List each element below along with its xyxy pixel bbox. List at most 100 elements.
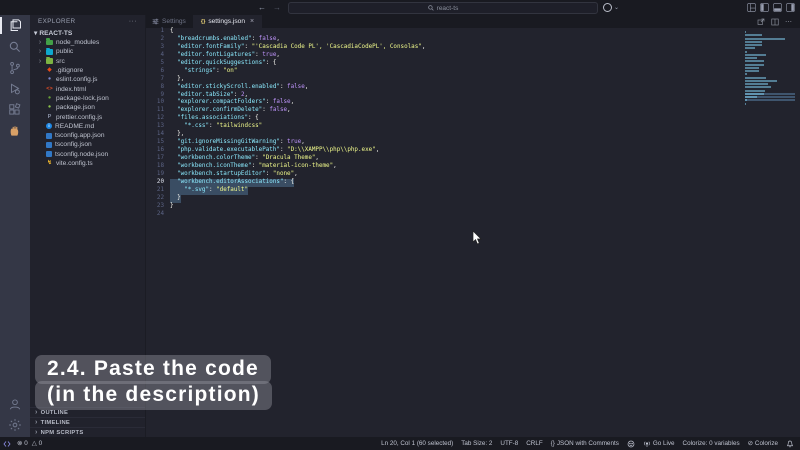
sidebar-section-timeline[interactable]: › TIMELINE: [30, 417, 145, 427]
line-number: 4: [160, 51, 164, 58]
code-line[interactable]: 3 "editor.fontFamily": "'Cascadia Code P…: [145, 44, 425, 52]
file-label: README.md: [55, 122, 95, 130]
tree-item-package-lock.json[interactable]: ● package-lock.json: [30, 94, 145, 103]
settings-gear-icon[interactable]: [0, 414, 30, 435]
minimap-line: [745, 37, 795, 40]
remote-indicator-icon[interactable]: [3, 440, 11, 448]
caption-line-2: (in the description): [35, 381, 272, 410]
code-line[interactable]: 2 "breadcrumbs.enabled": false,: [145, 36, 425, 44]
problems-indicator[interactable]: ⊗ 0 △ 0: [17, 440, 42, 447]
tree-item-eslint.config.js[interactable]: ● eslint.config.js: [30, 75, 145, 84]
eol-indicator[interactable]: CRLF: [526, 440, 542, 447]
encoding-indicator[interactable]: UTF-8: [500, 440, 518, 447]
tsconfig-icon: [46, 141, 52, 148]
language-mode[interactable]: {} JSON with Comments: [551, 440, 619, 447]
code-line[interactable]: 13 "*.css": "tailwindcss": [145, 123, 425, 131]
project-root-row[interactable]: ▾ REACT-TS: [30, 28, 145, 38]
code-line[interactable]: 22 }: [145, 194, 425, 203]
tree-item-tsconfig.node.json[interactable]: tsconfig.node.json: [30, 150, 145, 159]
toggle-secondary-sidebar-icon[interactable]: [786, 3, 795, 12]
toggle-panel-icon[interactable]: [773, 3, 782, 12]
tree-item-public[interactable]: › public: [30, 47, 145, 56]
cursor-position[interactable]: Ln 20, Col 1 (60 selected): [381, 440, 453, 447]
tree-item-node_modules[interactable]: › node_modules: [30, 38, 145, 47]
code-line[interactable]: 11 "explorer.confirmDelete": false,: [145, 107, 425, 115]
code-text: "git.ignoreMissingGitWarning": true,: [177, 139, 305, 146]
line-number: 18: [156, 162, 164, 169]
code-line[interactable]: 4 "editor.fontLigatures": true,: [145, 52, 425, 60]
tree-item-prettier.config.js[interactable]: Pprettier.config.js: [30, 112, 145, 121]
minimap[interactable]: [745, 31, 795, 109]
code-text: "workbench.startupEditor": "none",: [177, 170, 298, 177]
file-label: node_modules: [56, 39, 100, 47]
go-live-button[interactable]: Go Live: [643, 440, 675, 448]
code-line[interactable]: 18 "workbench.iconTheme": "material-icon…: [145, 163, 425, 171]
source-control-icon[interactable]: [0, 57, 30, 78]
command-center-search[interactable]: react-ts: [288, 2, 598, 14]
accounts-icon[interactable]: [0, 393, 30, 414]
line-number: 21: [156, 186, 164, 193]
project-name: REACT-TS: [39, 29, 73, 37]
tree-item-vite.config.ts[interactable]: ↯ vite.config.ts: [30, 159, 145, 168]
tree-item-package.json[interactable]: ● package.json: [30, 103, 145, 112]
code-line[interactable]: 12 "files.associations": {: [145, 115, 425, 123]
code-line[interactable]: 8 "editor.stickyScroll.enabled": false,: [145, 84, 425, 92]
code-line[interactable]: 5 "editor.quickSuggestions": {: [145, 60, 425, 68]
copilot-status-icon[interactable]: [627, 440, 635, 448]
code-text: "explorer.confirmDelete": false,: [177, 107, 291, 114]
chevron-down-icon: ⌄: [614, 5, 620, 11]
code-line[interactable]: 20 "workbench.editorAssociations": {: [145, 178, 425, 187]
code-text: "breadcrumbs.enabled": false,: [177, 35, 280, 42]
code-line[interactable]: 16 "php.validate.executablePath": "D:\\X…: [145, 147, 425, 155]
code-text: "editor.tabSize": 2,: [177, 91, 249, 98]
code-line[interactable]: 17 "workbench.colorTheme": "Dracula Them…: [145, 155, 425, 163]
colorize-variables[interactable]: Colorize: 0 variables: [683, 440, 740, 447]
tab-settings[interactable]: Settings: [145, 15, 194, 28]
line-number: 22: [156, 194, 164, 201]
code-area[interactable]: 1{2 "breadcrumbs.enabled": false, 3 "edit…: [145, 28, 425, 219]
code-text: }: [170, 202, 174, 209]
toggle-primary-sidebar-icon[interactable]: [760, 3, 769, 12]
extensions-icon[interactable]: [0, 99, 30, 120]
close-tab-icon[interactable]: ×: [250, 18, 254, 25]
notifications-bell-icon[interactable]: [786, 440, 794, 448]
tree-item-README.md[interactable]: i README.md: [30, 122, 145, 131]
code-line[interactable]: 14 },: [145, 131, 425, 139]
split-editor-icon[interactable]: [771, 18, 779, 26]
sidebar-section-npm-scripts[interactable]: › NPM SCRIPTS: [30, 427, 145, 437]
explorer-more-actions-icon[interactable]: ···: [129, 18, 137, 25]
open-settings-ui-icon[interactable]: [757, 18, 765, 26]
search-value: react-ts: [436, 4, 459, 12]
tree-item-.gitignore[interactable]: ◆ .gitignore: [30, 66, 145, 75]
tab-label: settings.json: [208, 18, 245, 25]
tree-item-tsconfig.json[interactable]: tsconfig.json: [30, 140, 145, 149]
nav-forward-icon[interactable]: →: [273, 3, 281, 12]
live-server-extension-icon[interactable]: [0, 120, 30, 141]
search-sidebar-icon[interactable]: [0, 36, 30, 57]
code-line[interactable]: 6 "strings": "on": [145, 68, 425, 76]
customize-layout-icon[interactable]: [747, 3, 756, 12]
tab-settings-json[interactable]: {} settings.json ×: [193, 15, 263, 28]
code-line[interactable]: 19 "workbench.startupEditor": "none",: [145, 171, 425, 179]
code-line[interactable]: 23}: [145, 203, 425, 211]
tab-size-indicator[interactable]: Tab Size: 2: [461, 440, 492, 447]
run-debug-icon[interactable]: [0, 78, 30, 99]
code-line[interactable]: 24: [145, 211, 425, 219]
code-line[interactable]: 21 "*.svg": "default": [145, 186, 425, 195]
minimap-line: [745, 102, 795, 105]
tree-item-tsconfig.app.json[interactable]: tsconfig.app.json: [30, 131, 145, 140]
code-text: }: [170, 194, 181, 203]
code-line[interactable]: 1{: [145, 28, 425, 36]
nav-back-icon[interactable]: ←: [258, 3, 266, 12]
explorer-icon[interactable]: [0, 15, 30, 36]
tree-item-src[interactable]: › src: [30, 57, 145, 66]
readme-icon: i: [46, 123, 52, 130]
code-line[interactable]: 10 "explorer.compactFolders": false,: [145, 99, 425, 107]
colorize-toggle[interactable]: ⊘ Colorize: [748, 440, 778, 447]
copilot-menu[interactable]: ⌄: [603, 3, 619, 12]
code-line[interactable]: 9 "editor.tabSize": 2,: [145, 92, 425, 100]
more-actions-icon[interactable]: ⋯: [785, 18, 792, 26]
code-line[interactable]: 7 },: [145, 76, 425, 84]
tree-item-index.html[interactable]: <> index.html: [30, 84, 145, 93]
code-line[interactable]: 15 "git.ignoreMissingGitWarning": true,: [145, 139, 425, 147]
